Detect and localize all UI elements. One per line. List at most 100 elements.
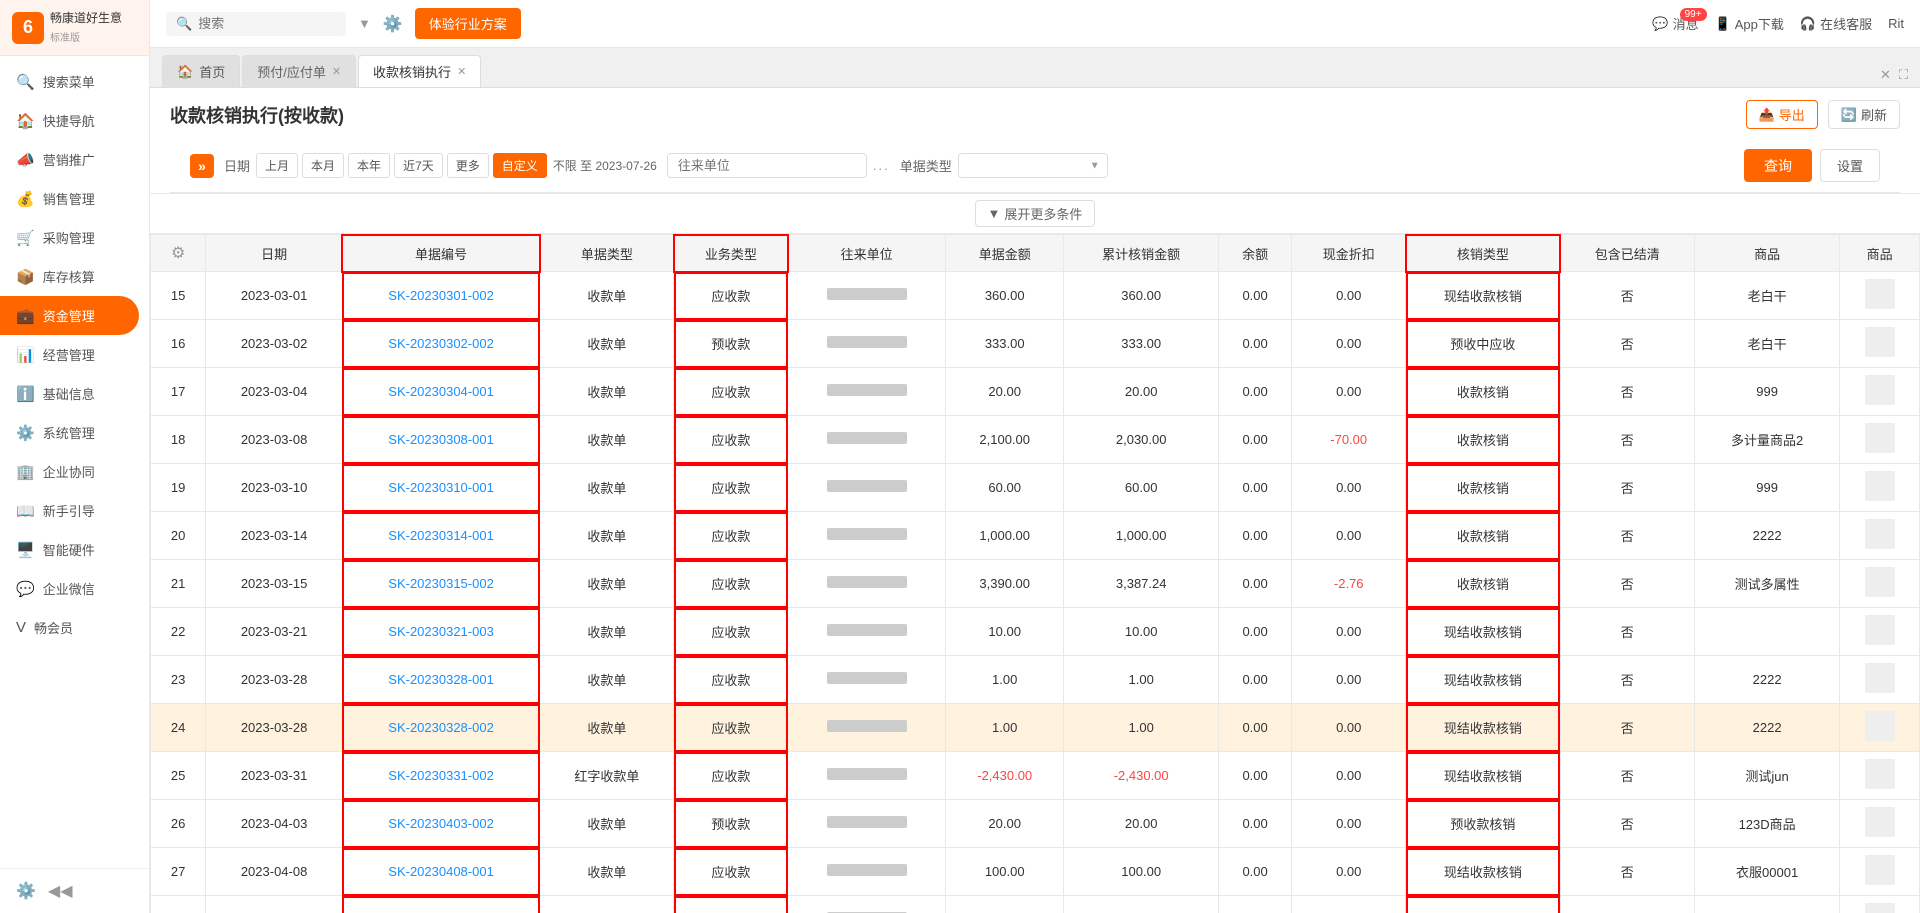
col-unit[interactable]: 往来单位 xyxy=(788,235,946,272)
col-product2[interactable]: 商品 xyxy=(1840,235,1920,272)
sidebar-item-wechat[interactable]: 💬 企业微信 xyxy=(0,569,149,608)
query-button[interactable]: 查询 xyxy=(1744,149,1812,182)
more-dates-btn[interactable]: 更多 xyxy=(447,153,489,178)
table-row[interactable]: 17 2023-03-04 SK-20230304-001 收款单 应收款 20… xyxy=(151,368,1920,416)
col-include-settled[interactable]: 包含已结清 xyxy=(1560,235,1694,272)
settings-button[interactable]: 设置 xyxy=(1820,149,1880,182)
table-row[interactable]: 23 2023-03-28 SK-20230328-001 收款单 应收款 1.… xyxy=(151,656,1920,704)
cell-accumulated: 60.00 xyxy=(1064,464,1218,512)
table-row[interactable]: 26 2023-04-03 SK-20230403-002 收款单 预收款 20… xyxy=(151,800,1920,848)
date-range-display: 不限 至 2023-07-26 xyxy=(553,159,657,173)
sidebar-item-basic[interactable]: ℹ️ 基础信息 xyxy=(0,374,149,413)
col-order-no[interactable]: 单据编号 xyxy=(342,235,539,272)
order-link[interactable]: SK-20230310-001 xyxy=(388,480,494,495)
col-order-type[interactable]: 单据类型 xyxy=(540,235,674,272)
cell-include-settled: 否 xyxy=(1560,752,1694,800)
app-download-button[interactable]: 📱 App下载 xyxy=(1715,14,1784,33)
sidebar-item-purchase[interactable]: 🛒 采购管理 xyxy=(0,218,149,257)
close-icon[interactable]: ✕ xyxy=(1880,67,1891,83)
cell-balance: 0.00 xyxy=(1218,656,1291,704)
member-icon: V xyxy=(16,619,26,636)
tab-prepayment[interactable]: 预付/应付单 ✕ xyxy=(242,55,356,87)
order-link[interactable]: SK-20230408-001 xyxy=(388,864,494,879)
order-link[interactable]: SK-20230314-001 xyxy=(388,528,494,543)
table-row[interactable]: 25 2023-03-31 SK-20230331-002 红字收款单 应收款 … xyxy=(151,752,1920,800)
filter-toggle-button[interactable]: » xyxy=(190,154,214,178)
order-link[interactable]: SK-20230308-001 xyxy=(388,432,494,447)
solution-button[interactable]: 体验行业方案 xyxy=(415,8,521,39)
tab-writeoff-close[interactable]: ✕ xyxy=(457,65,466,78)
last-month-btn[interactable]: 上月 xyxy=(256,153,298,178)
table-row[interactable]: 21 2023-03-15 SK-20230315-002 收款单 应收款 3,… xyxy=(151,560,1920,608)
custom-date-btn[interactable]: 自定义 xyxy=(493,153,547,178)
gear-icon[interactable]: ⚙️ xyxy=(383,14,403,34)
cell-include-settled: 否 xyxy=(1560,704,1694,752)
col-write-off-type[interactable]: 核销类型 xyxy=(1406,235,1560,272)
col-cash-discount[interactable]: 现金折扣 xyxy=(1292,235,1406,272)
order-link[interactable]: SK-20230403-002 xyxy=(388,816,494,831)
cell-balance: 0.00 xyxy=(1218,800,1291,848)
expand-conditions-button[interactable]: ▼ 展开更多条件 xyxy=(975,200,1096,227)
cell-unit xyxy=(788,896,946,913)
collapse-icon[interactable]: ◀◀ xyxy=(48,881,73,901)
sidebar-item-enterprise[interactable]: 🏢 企业协同 xyxy=(0,452,149,491)
sidebar-item-marketing[interactable]: 📣 营销推广 xyxy=(0,140,149,179)
cell-product2 xyxy=(1840,464,1920,512)
sidebar-item-guide[interactable]: 📖 新手引导 xyxy=(0,491,149,530)
sidebar-label-search: 搜索菜单 xyxy=(43,72,95,91)
order-link[interactable]: SK-20230328-002 xyxy=(388,720,494,735)
tab-home[interactable]: 🏠 首页 xyxy=(162,55,240,87)
tab-writeoff[interactable]: 收款核销执行 ✕ xyxy=(358,55,481,87)
col-balance[interactable]: 余额 xyxy=(1218,235,1291,272)
cell-cash-discount: 0.00 xyxy=(1292,752,1406,800)
type-filter-select[interactable] xyxy=(958,153,1108,178)
order-link[interactable]: SK-20230302-002 xyxy=(388,336,494,351)
table-row[interactable]: 28 2023-04-18 SK-20230418-001 收款单 应收款 10… xyxy=(151,896,1920,913)
table-row[interactable]: 22 2023-03-21 SK-20230321-003 收款单 应收款 10… xyxy=(151,608,1920,656)
search-input[interactable] xyxy=(198,16,318,31)
order-link[interactable]: SK-20230304-001 xyxy=(388,384,494,399)
sidebar-item-sales[interactable]: 💰 销售管理 xyxy=(0,179,149,218)
table-row[interactable]: 15 2023-03-01 SK-20230301-002 收款单 应收款 36… xyxy=(151,272,1920,320)
online-service-button[interactable]: 🎧 在线客服 xyxy=(1800,14,1872,33)
logo-icon: 6 xyxy=(12,12,44,44)
sidebar-item-hardware[interactable]: 🖥️ 智能硬件 xyxy=(0,530,149,569)
last-7-days-btn[interactable]: 近7天 xyxy=(394,153,443,178)
sidebar-item-finance[interactable]: 💼 资金管理 xyxy=(0,296,139,335)
sidebar-item-system[interactable]: ⚙️ 系统管理 xyxy=(0,413,149,452)
sidebar-item-operation[interactable]: 📊 经营管理 xyxy=(0,335,149,374)
table-row[interactable]: 19 2023-03-10 SK-20230310-001 收款单 应收款 60… xyxy=(151,464,1920,512)
col-date[interactable]: 日期 xyxy=(206,235,343,272)
col-settings[interactable]: ⚙ xyxy=(151,235,206,272)
table-row[interactable]: 20 2023-03-14 SK-20230314-001 收款单 应收款 1,… xyxy=(151,512,1920,560)
unit-filter-input[interactable] xyxy=(667,153,867,178)
table-row[interactable]: 16 2023-03-02 SK-20230302-002 收款单 预收款 33… xyxy=(151,320,1920,368)
table-row[interactable]: 18 2023-03-08 SK-20230308-001 收款单 应收款 2,… xyxy=(151,416,1920,464)
type-select-wrap xyxy=(958,153,1108,178)
order-link[interactable]: SK-20230301-002 xyxy=(388,288,494,303)
order-link[interactable]: SK-20230331-002 xyxy=(388,768,494,783)
cell-balance: 0.00 xyxy=(1218,368,1291,416)
messages-button[interactable]: 💬 消息 99+ xyxy=(1652,14,1698,33)
this-year-btn[interactable]: 本年 xyxy=(348,153,390,178)
col-biz-type[interactable]: 业务类型 xyxy=(674,235,788,272)
col-accumulated[interactable]: 累计核销金额 xyxy=(1064,235,1218,272)
sidebar-item-stock[interactable]: 📦 库存核算 xyxy=(0,257,149,296)
maximize-icon[interactable]: ⛶ xyxy=(1899,67,1908,83)
sidebar-item-quick[interactable]: 🏠 快捷导航 xyxy=(0,101,149,140)
sidebar-item-member[interactable]: V 畅会员 xyxy=(0,608,149,647)
sidebar-item-search[interactable]: 🔍 搜索菜单 xyxy=(0,62,149,101)
order-link[interactable]: SK-20230328-001 xyxy=(388,672,494,687)
refresh-button[interactable]: 🔄 刷新 xyxy=(1828,100,1900,129)
user-menu[interactable]: Rit xyxy=(1888,16,1904,31)
table-row[interactable]: 24 2023-03-28 SK-20230328-002 收款单 应收款 1.… xyxy=(151,704,1920,752)
export-button[interactable]: 📤 导出 xyxy=(1746,100,1818,129)
col-amount[interactable]: 单据金额 xyxy=(945,235,1063,272)
order-link[interactable]: SK-20230315-002 xyxy=(388,576,494,591)
table-row[interactable]: 27 2023-04-08 SK-20230408-001 收款单 应收款 10… xyxy=(151,848,1920,896)
this-month-btn[interactable]: 本月 xyxy=(302,153,344,178)
order-link[interactable]: SK-20230321-003 xyxy=(388,624,494,639)
tab-prepayment-close[interactable]: ✕ xyxy=(332,65,341,78)
settings-icon[interactable]: ⚙️ xyxy=(16,881,36,901)
col-product1[interactable]: 商品 xyxy=(1694,235,1839,272)
